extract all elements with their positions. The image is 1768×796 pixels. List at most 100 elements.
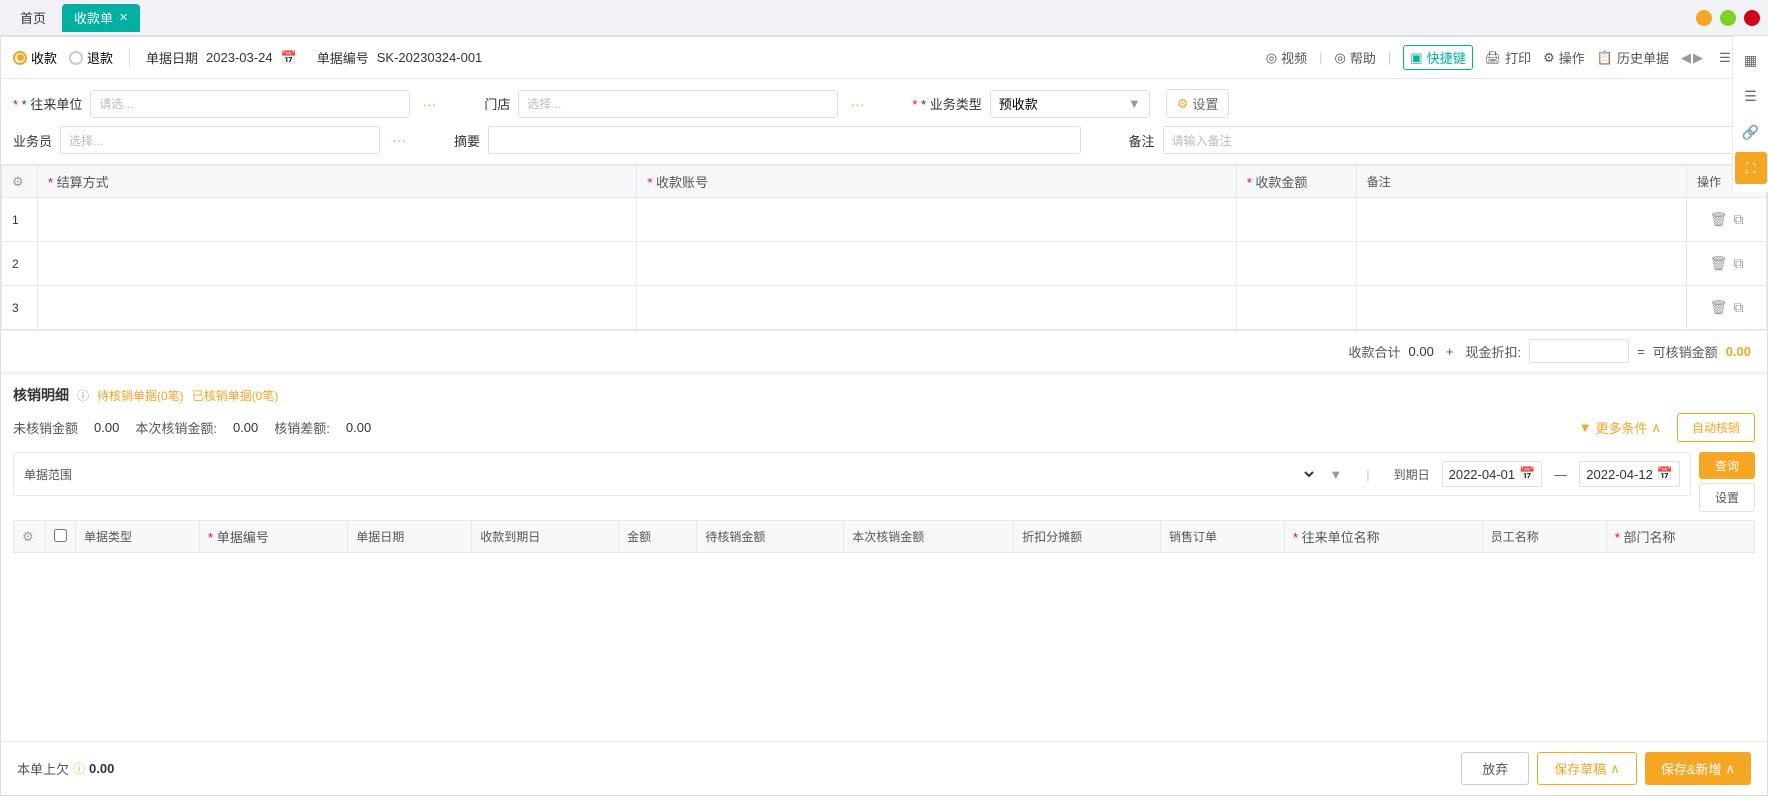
- writeoff-info-icon[interactable]: ⓘ: [77, 387, 89, 404]
- sidebar-expand-icon[interactable]: ⛶: [1735, 152, 1767, 184]
- video-button[interactable]: ◎ 视频: [1266, 48, 1307, 67]
- save-draft-arrow-icon: ∧: [1610, 761, 1620, 777]
- range-select[interactable]: [84, 466, 1317, 482]
- settlement-cell-1[interactable]: [38, 198, 637, 242]
- help-button[interactable]: ◎ 帮助: [1335, 48, 1376, 67]
- date-to-input[interactable]: 2022-04-12 📅: [1579, 461, 1680, 487]
- done-link[interactable]: 已核销单据(0笔): [192, 387, 279, 404]
- diff-value: 0.00: [346, 420, 371, 435]
- footer-label: 本单上欠: [17, 759, 69, 778]
- filter-settings-button[interactable]: 设置: [1699, 483, 1755, 512]
- receipt-table: ⚙ 结算方式 收款账号 收款金额 备注 操作 1: [1, 165, 1767, 330]
- tab-home[interactable]: 首页: [8, 4, 58, 32]
- auto-writeoff-button[interactable]: 自动核销: [1677, 413, 1755, 442]
- nav-left-icon[interactable]: ◀: [1681, 50, 1691, 66]
- delete-icon-1[interactable]: 🗑: [1710, 211, 1728, 228]
- range-label: 单据范围: [24, 466, 72, 483]
- delete-icon-3[interactable]: 🗑: [1710, 299, 1728, 316]
- range-arrow-icon[interactable]: ▼: [1329, 467, 1342, 482]
- shortcut-button[interactable]: ▣ 快捷键: [1403, 45, 1472, 70]
- date-from-input[interactable]: 2022-04-01 📅: [1442, 461, 1543, 487]
- footer-info: 本单上欠 ⓘ 0.00: [17, 759, 114, 778]
- discount-label: 现金折扣:: [1465, 342, 1521, 361]
- amount-cell-2[interactable]: [1236, 242, 1356, 286]
- bottom-gear-icon[interactable]: ⚙: [22, 529, 34, 544]
- footer-info-icon[interactable]: ⓘ: [73, 760, 85, 777]
- remark-cell-3[interactable]: [1356, 286, 1686, 330]
- account-cell-3[interactable]: [637, 286, 1236, 330]
- store-label: 门店: [484, 94, 510, 113]
- remark-label: 备注: [1129, 131, 1155, 150]
- window-minimize-button[interactable]: [1696, 10, 1712, 26]
- summary-input[interactable]: [488, 126, 1080, 154]
- tab-receipt[interactable]: 收款单 ✕: [62, 4, 140, 32]
- abandon-button[interactable]: 放弃: [1461, 752, 1529, 785]
- remark-cell-1[interactable]: [1356, 198, 1686, 242]
- copy-icon-3[interactable]: ⧉: [1733, 299, 1743, 316]
- biz-type-select[interactable]: 预收款 ▼: [990, 90, 1150, 118]
- more-conditions-button[interactable]: ▼ 更多条件 ∧: [1579, 418, 1661, 437]
- top-toolbar: 收款 退款 单据日期 2023-03-24 📅 单据编号 SK-20230324…: [1, 37, 1767, 79]
- unwriteoff-value: 0.00: [94, 420, 119, 435]
- refund-radio[interactable]: 退款: [69, 48, 113, 67]
- settlement-cell-2[interactable]: [38, 242, 637, 286]
- bottom-col-gear[interactable]: ⚙: [14, 521, 46, 553]
- due-date-label: 到期日: [1394, 466, 1430, 483]
- amount-cell-1[interactable]: [1236, 198, 1356, 242]
- operation-button[interactable]: ⚙ 操作: [1543, 48, 1585, 67]
- bottom-table-container: ⚙ 单据类型 单据编号 单据日期 收款到期日 金额 待核销金额 本次核销金额 折…: [13, 520, 1755, 553]
- account-cell-2[interactable]: [637, 242, 1236, 286]
- total-value: 0.00: [1409, 344, 1434, 359]
- select-all-checkbox[interactable]: [54, 529, 67, 542]
- writeoff-section: 核销明细 ⓘ 待核销单据(0笔) 已核销单据(0笔) 未核销金额 0.00 本次…: [1, 371, 1767, 563]
- store-input[interactable]: 选择...: [518, 90, 838, 118]
- settlement-cell-3[interactable]: [38, 286, 637, 330]
- save-draft-button[interactable]: 保存草稿 ∧: [1537, 752, 1637, 785]
- col-gear[interactable]: ⚙: [2, 166, 38, 198]
- gear-icon[interactable]: ⚙: [12, 174, 24, 189]
- print-button[interactable]: 🖨 打印: [1485, 48, 1532, 67]
- section-title: 核销明细: [13, 385, 69, 405]
- settings-button[interactable]: ⚙ 设置: [1166, 89, 1230, 118]
- nav-right-icon[interactable]: ▶: [1693, 50, 1703, 66]
- remark-cell-2[interactable]: [1356, 242, 1686, 286]
- table-row: 2 🗑 ⧉: [2, 242, 1767, 286]
- receipt-radio-circle: [13, 51, 27, 65]
- calendar-to-icon[interactable]: 📅: [1657, 466, 1673, 482]
- calendar-icon[interactable]: 📅: [281, 50, 297, 66]
- amount-cell-3[interactable]: [1236, 286, 1356, 330]
- query-button[interactable]: 查询: [1699, 452, 1755, 479]
- total-label: 收款合计: [1349, 342, 1401, 361]
- partner-more-icon[interactable]: ···: [422, 96, 436, 112]
- remark-input[interactable]: 请输入备注: [1163, 126, 1755, 154]
- receipt-radio[interactable]: 收款: [13, 48, 57, 67]
- summary-row: 收款合计 0.00 + 现金折扣: = 可核销金额 0.00: [1, 330, 1767, 371]
- bottom-col-pending: 待核销金额: [697, 521, 844, 553]
- toolbar-right: ◎ 视频 | ◎ 帮助 | ▣ 快捷键 🖨 打印 ⚙ 操作 📋: [1266, 45, 1755, 70]
- salesman-more-icon[interactable]: ···: [392, 132, 406, 148]
- sidebar-list-icon[interactable]: ☰: [1735, 80, 1767, 112]
- salesman-input[interactable]: 选择...: [60, 126, 380, 154]
- store-more-icon[interactable]: ···: [850, 96, 864, 112]
- copy-icon-1[interactable]: ⧉: [1733, 211, 1743, 228]
- diff-label: 核销差额:: [274, 418, 330, 437]
- row-num-2: 2: [2, 242, 38, 286]
- sidebar-table-icon[interactable]: ▦: [1735, 44, 1767, 76]
- history-button[interactable]: 📋 历史单据: [1597, 48, 1669, 67]
- equals-label: =: [1637, 344, 1645, 359]
- partner-input[interactable]: 请选...: [90, 90, 410, 118]
- delete-icon-2[interactable]: 🗑: [1710, 255, 1728, 272]
- sidebar-attachment-icon[interactable]: 🔗: [1735, 116, 1767, 148]
- copy-icon-2[interactable]: ⧉: [1733, 255, 1743, 272]
- bottom-col-due-date: 收款到期日: [472, 521, 619, 553]
- row-num-1: 1: [2, 198, 38, 242]
- account-cell-1[interactable]: [637, 198, 1236, 242]
- col-settlement: 结算方式: [38, 166, 637, 198]
- pending-link[interactable]: 待核销单据(0笔): [97, 387, 184, 404]
- calendar-from-icon[interactable]: 📅: [1519, 466, 1535, 482]
- window-close-button[interactable]: [1744, 10, 1760, 26]
- window-maximize-button[interactable]: [1720, 10, 1736, 26]
- tab-close-icon[interactable]: ✕: [119, 11, 128, 24]
- save-new-button[interactable]: 保存&新增 ∧: [1645, 752, 1751, 785]
- discount-input[interactable]: [1529, 339, 1629, 363]
